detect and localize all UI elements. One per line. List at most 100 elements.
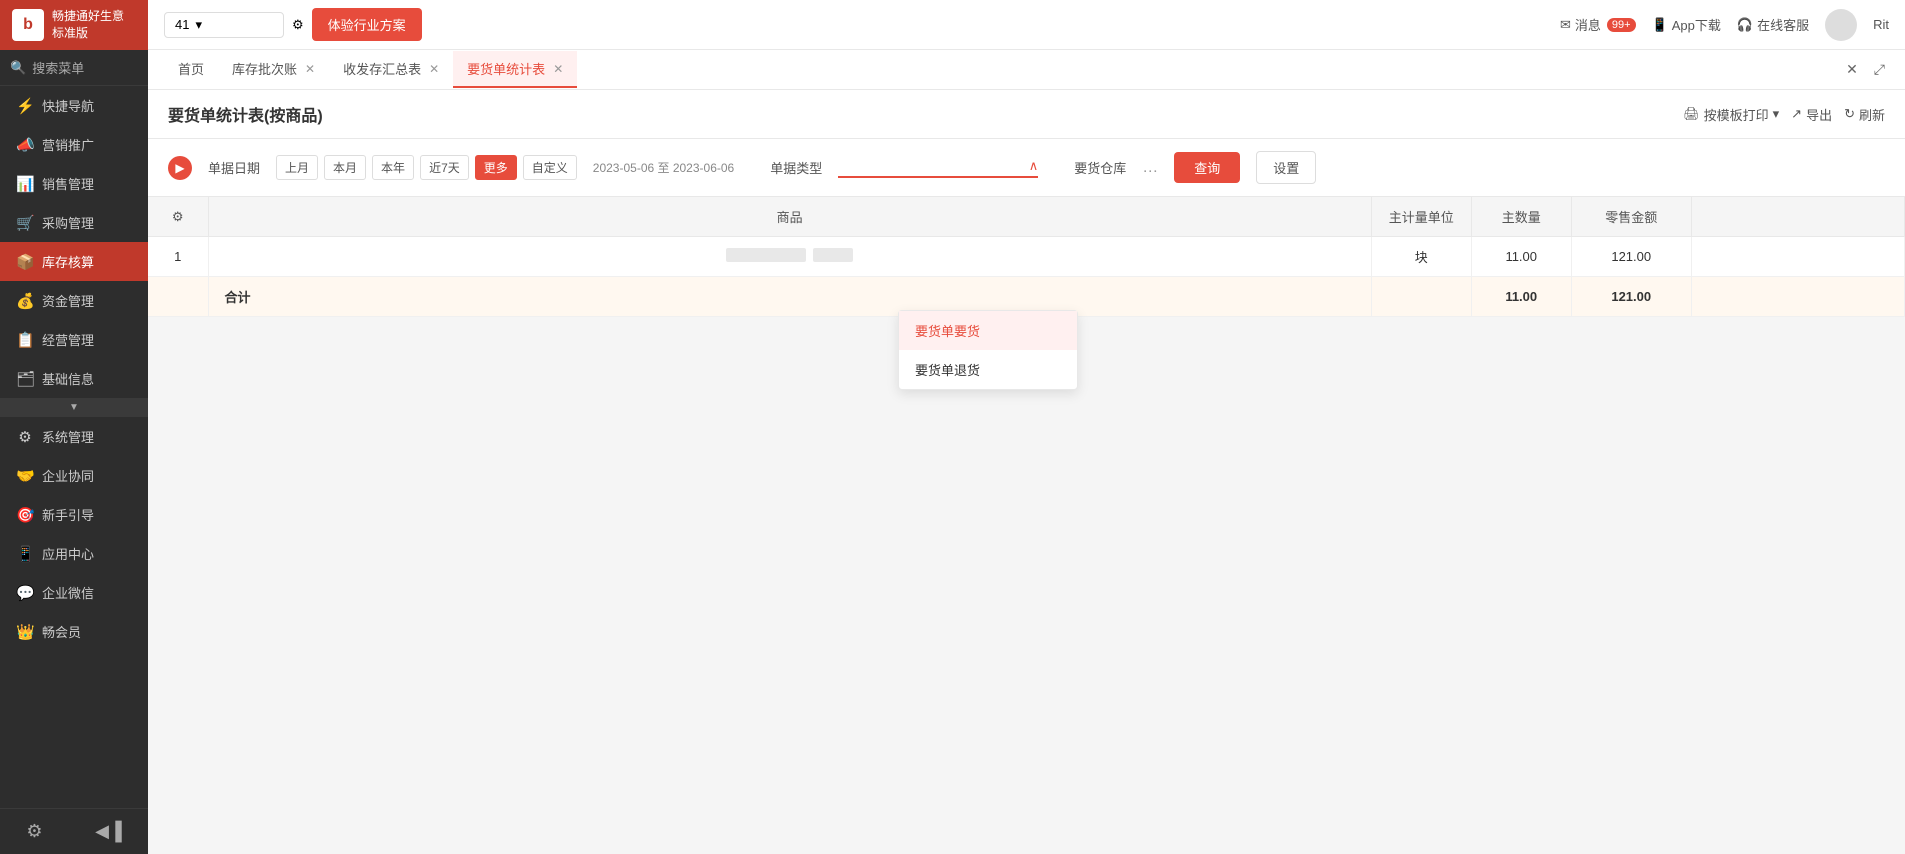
print-btn[interactable]: 🖨 按模板打印 ▾ (1683, 105, 1779, 124)
topbar-right: ✉ 消息 99+ 📱 App下载 🎧 在线客服 Rit (1560, 9, 1889, 41)
tab-expand-btn[interactable]: ⤢ (1870, 57, 1889, 82)
store-number: 41 (175, 17, 189, 32)
cell-unit: 块 (1371, 237, 1471, 277)
sidebar-header: b 畅捷通好生意 标准版 (0, 0, 148, 50)
page-header: 要货单统计表(按商品) 🖨 按模板打印 ▾ ↗ 导出 ↻ 刷新 (148, 90, 1905, 139)
sidebar-item-system[interactable]: ⚙ 系统管理 (0, 417, 148, 456)
sidebar-item-purchase[interactable]: 🛒 采购管理 (0, 203, 148, 242)
app-download-btn[interactable]: 📱 App下载 (1652, 15, 1721, 34)
sidebar-item-inventory[interactable]: 📦 库存核算 (0, 242, 148, 281)
warehouse-filter-label: 要货仓库 (1074, 158, 1126, 177)
sidebar-item-quick-nav[interactable]: ⚡ 快捷导航 (0, 86, 148, 125)
query-btn[interactable]: 查询 (1174, 152, 1240, 183)
sidebar-item-member[interactable]: 👑 畅会员 (0, 612, 148, 651)
sidebar-item-enterprise[interactable]: 🤝 企业协同 (0, 456, 148, 495)
table-container: ⚙ 商品 主计量单位 主数量 零售金额 (148, 197, 1905, 317)
cell-product (208, 237, 1371, 277)
date-btn-this-year[interactable]: 本年 (372, 155, 414, 180)
export-btn[interactable]: ↗ 导出 (1791, 105, 1832, 124)
tab-order-stats[interactable]: 要货单统计表 ✕ (453, 51, 577, 88)
filter-more-btn[interactable]: … (1142, 159, 1158, 177)
table-row: 1 块 11.00 121.00 (148, 237, 1905, 277)
settings-btn[interactable]: 设置 (1256, 151, 1316, 184)
collapse-sidebar-button[interactable]: ◀▐ (87, 817, 130, 846)
store-chevron-icon: ▾ (195, 17, 202, 33)
online-service-btn[interactable]: 🎧 在线客服 (1737, 15, 1809, 34)
cell-no: 1 (148, 237, 208, 277)
user-avatar[interactable] (1825, 9, 1857, 41)
type-filter-label: 单据类型 (770, 158, 822, 177)
headset-icon: 🎧 (1737, 17, 1753, 33)
sidebar-item-guide[interactable]: 🎯 新手引导 (0, 495, 148, 534)
cell-qty: 11.00 (1471, 237, 1571, 277)
enterprise-icon: 🤝 (16, 467, 34, 485)
topbar-gear-icon[interactable]: ⚙ (292, 17, 304, 33)
topbar-left: 41 ▾ ⚙ 体验行业方案 (164, 8, 1548, 41)
product-code-placeholder (813, 248, 853, 262)
footer-qty: 11.00 (1471, 277, 1571, 317)
guide-icon: 🎯 (16, 506, 34, 524)
tab-close-order-stats[interactable]: ✕ (553, 62, 563, 76)
sidebar-item-wechat[interactable]: 💬 企业微信 (0, 573, 148, 612)
message-btn[interactable]: ✉ 消息 99+ (1560, 15, 1636, 34)
col-header-product: 商品 (208, 197, 1371, 237)
print-chevron-icon: ▾ (1773, 106, 1780, 122)
dropdown-item-order-return[interactable]: 要货单退货 (899, 350, 1077, 389)
sidebar-item-sales[interactable]: 📊 销售管理 (0, 164, 148, 203)
date-btn-custom[interactable]: 自定义 (523, 155, 577, 180)
topbar: 41 ▾ ⚙ 体验行业方案 ✉ 消息 99+ 📱 App下载 🎧 在线客服 Ri… (148, 0, 1905, 50)
table-settings-cell[interactable]: ⚙ (148, 197, 208, 237)
footer-empty-2 (1371, 277, 1471, 317)
inventory-icon: 📦 (16, 253, 34, 271)
type-filter-input[interactable] (838, 158, 1028, 173)
dropdown-item-order-goods[interactable]: 要货单要货 (899, 311, 1077, 350)
page-actions: 🖨 按模板打印 ▾ ↗ 导出 ↻ 刷新 (1683, 105, 1885, 124)
cell-extra (1691, 237, 1904, 277)
tab-inventory-batch[interactable]: 库存批次账 ✕ (218, 51, 329, 88)
date-btn-more[interactable]: 更多 (475, 155, 517, 180)
date-range-text: 2023-05-06 至 2023-06-06 (593, 159, 734, 176)
tab-close-receivables[interactable]: ✕ (429, 62, 439, 76)
date-btn-this-month[interactable]: 本月 (324, 155, 366, 180)
product-name-placeholder (726, 248, 806, 262)
tab-close-all-btn[interactable]: ✕ (1842, 57, 1862, 82)
sidebar-item-basic-info[interactable]: 🗂 基础信息 (0, 359, 148, 398)
print-icon: 🖨 (1683, 106, 1700, 122)
date-buttons-group: 上月 本月 本年 近7天 更多 自定义 (276, 155, 577, 180)
footer-empty-1 (148, 277, 208, 317)
tab-home[interactable]: 首页 (164, 51, 218, 88)
col-header-extra (1691, 197, 1904, 237)
type-filter-select[interactable]: ∧ (838, 158, 1038, 178)
cell-amount: 121.00 (1571, 237, 1691, 277)
basic-info-icon: 🗂 (16, 370, 34, 388)
sidebar-item-operations[interactable]: 📋 经营管理 (0, 320, 148, 359)
footer-label: 合计 (208, 277, 1371, 317)
filter-expand-btn[interactable]: ▶ (168, 156, 192, 180)
sidebar-item-app-center[interactable]: 📱 应用中心 (0, 534, 148, 573)
sidebar-scroll-down[interactable]: ▼ (0, 398, 148, 417)
date-btn-7days[interactable]: 近7天 (420, 155, 469, 180)
member-icon: 👑 (16, 623, 34, 641)
sidebar-item-marketing[interactable]: 📣 营销推广 (0, 125, 148, 164)
settings-button[interactable]: ⚙ (18, 817, 50, 846)
data-table: ⚙ 商品 主计量单位 主数量 零售金额 (148, 197, 1905, 317)
export-icon: ↗ (1791, 106, 1802, 122)
system-icon: ⚙ (16, 428, 34, 446)
store-selector[interactable]: 41 ▾ (164, 12, 284, 38)
industry-btn[interactable]: 体验行业方案 (312, 8, 422, 41)
col-header-qty: 主数量 (1471, 197, 1571, 237)
refresh-icon: ↻ (1844, 106, 1855, 122)
refresh-btn[interactable]: ↻ 刷新 (1844, 105, 1885, 124)
date-btn-last-month[interactable]: 上月 (276, 155, 318, 180)
search-icon: 🔍 (10, 60, 26, 76)
message-badge: 99+ (1607, 18, 1636, 32)
col-header-unit: 主计量单位 (1371, 197, 1471, 237)
page-title: 要货单统计表(按商品) (168, 102, 323, 126)
tab-receivables[interactable]: 收发存汇总表 ✕ (329, 51, 453, 88)
sidebar-item-finance[interactable]: 💰 资金管理 (0, 281, 148, 320)
type-filter-chevron-icon[interactable]: ∧ (1029, 158, 1039, 174)
sidebar-bottom: ⚙ ◀▐ (0, 808, 148, 854)
sidebar-search[interactable]: 🔍 搜索菜单 (0, 50, 148, 86)
footer-amount: 121.00 (1571, 277, 1691, 317)
tab-close-inventory-batch[interactable]: ✕ (305, 62, 315, 76)
